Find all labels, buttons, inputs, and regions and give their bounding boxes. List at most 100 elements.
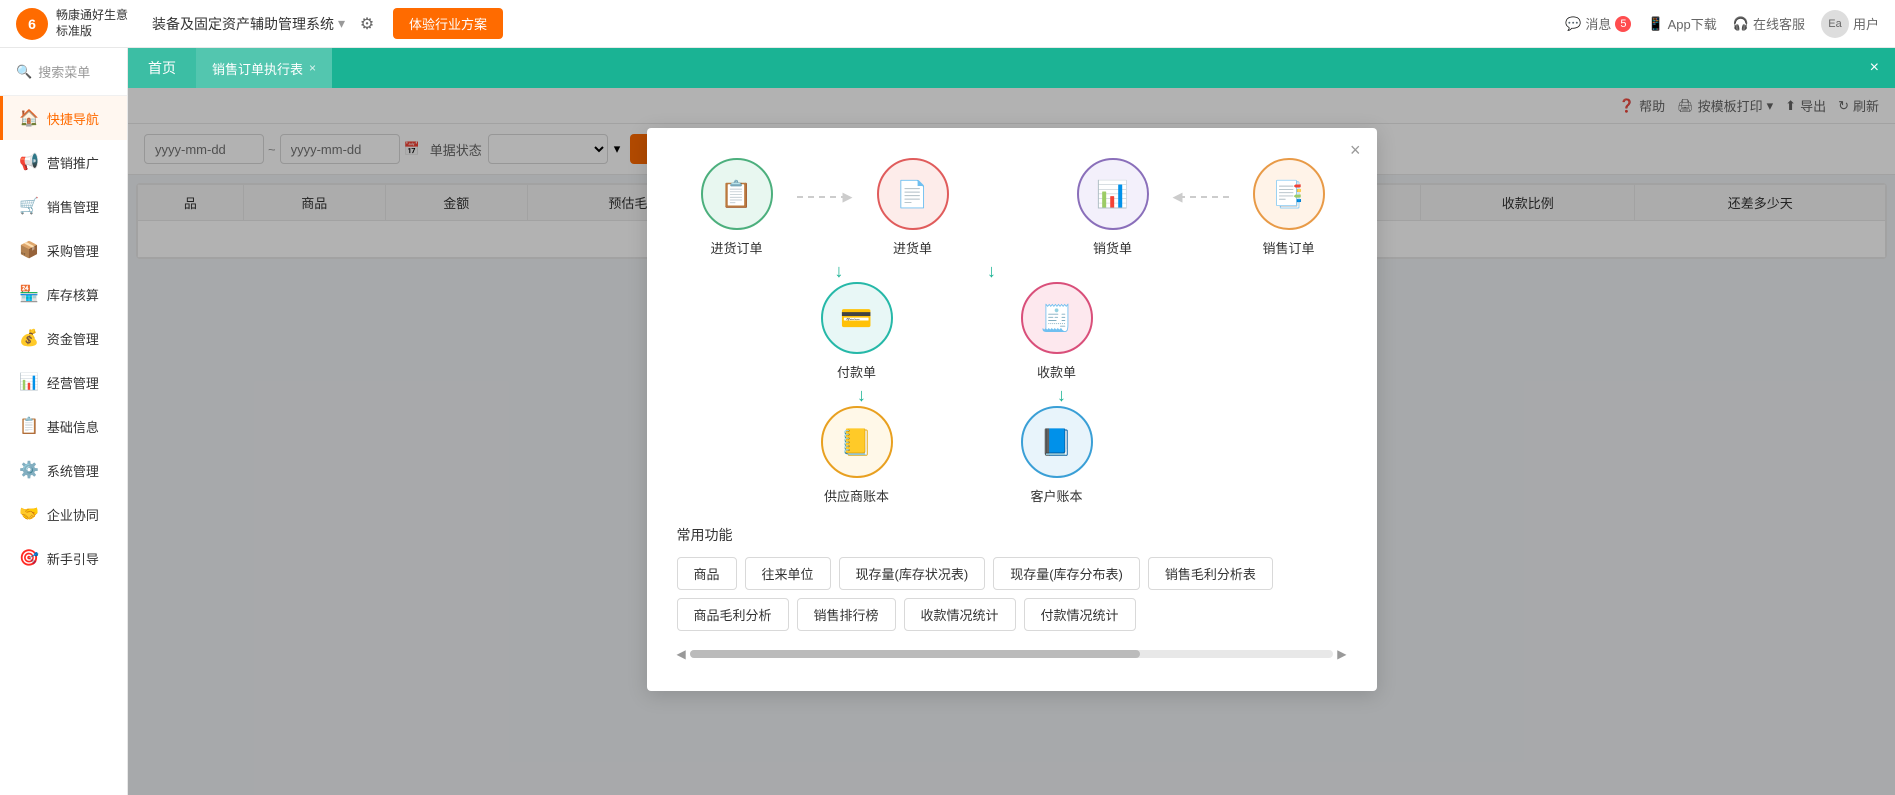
common-functions-title: 常用功能 (677, 525, 1347, 545)
function-btn-5[interactable]: 商品毛利分析 (677, 598, 789, 631)
sidebar-icon-finance: 💰 (19, 328, 39, 348)
sidebar-icon-basic-info: 📋 (19, 416, 39, 436)
sidebar-icon-operations: 📊 (19, 372, 39, 392)
trial-button[interactable]: 体验行业方案 (393, 8, 503, 39)
sidebar-item-inventory[interactable]: 🏪库存核算 (0, 272, 127, 316)
settings-button[interactable]: ⚙ (353, 10, 381, 38)
tab-close-icon[interactable]: × (309, 61, 316, 75)
user-menu[interactable]: Ea 用户 (1821, 10, 1879, 38)
purchase-order-label: 进货订单 (710, 238, 762, 257)
sidebar: 🔍 搜索菜单 🏠 快捷导航 📢 营销推广 🛒 销售管理 📦 采购管理 🏪库存核算 💰 资金管理 📊 经营… (0, 48, 128, 795)
phone-icon: 📱 (1647, 16, 1663, 32)
sidebar-label-enterprise: 企业协同 (47, 505, 99, 524)
quick-nav-popup: × 📋 进货订单 (128, 128, 1895, 795)
scroll-track[interactable] (690, 650, 1334, 658)
sidebar-label-finance: 资金管理 (47, 329, 99, 348)
sidebar-item-guide[interactable]: 🎯 新手引导 (0, 536, 127, 580)
sidebar-search[interactable]: 🔍 搜索菜单 (0, 48, 127, 96)
sidebar-item-operations[interactable]: 📊 经营管理 (0, 360, 127, 404)
scroll-right-icon[interactable]: ▶ (1337, 647, 1346, 661)
flow-item-purchase-bill: 📄 进货单 (853, 158, 973, 257)
payment-label: 付款单 (837, 362, 876, 381)
sales-order-label: 销售订单 (1262, 238, 1314, 257)
receipt-circle[interactable]: 🧾 (1021, 282, 1093, 354)
purchase-bill-label: 进货单 (893, 238, 932, 257)
dropdown-icon[interactable]: ▾ (338, 15, 345, 32)
customer-ledger-label: 客户账本 (1030, 486, 1082, 505)
sidebar-item-basic-info[interactable]: 📋 基础信息 (0, 404, 127, 448)
flow-item-supplier-ledger: 📒 供应商账本 (797, 406, 917, 505)
sidebar-label-inventory: 库存核算 (47, 285, 99, 304)
sidebar-icon-system: ⚙️ (19, 460, 39, 480)
top-right-area: 💬 消息 5 📱 App下载 🎧 在线客服 Ea 用户 (1565, 10, 1879, 38)
function-btn-6[interactable]: 销售排行榜 (797, 598, 896, 631)
sidebar-label-quick-nav: 快捷导航 (47, 109, 99, 128)
sidebar-item-purchase[interactable]: 📦 采购管理 (0, 228, 127, 272)
sales-bill-label: 销货单 (1093, 238, 1132, 257)
sidebar-item-enterprise[interactable]: 🤝 企业协同 (0, 492, 127, 536)
tab-bar: 首页 销售订单执行表 × × (128, 48, 1895, 88)
sidebar-item-marketing[interactable]: 📢 营销推广 (0, 140, 127, 184)
sales-order-circle[interactable]: 📑 (1253, 158, 1325, 230)
purchase-order-circle[interactable]: 📋 (701, 158, 773, 230)
function-buttons: 商品往来单位现存量(库存状况表)现存量(库存分布表)销售毛利分析表商品毛利分析销… (677, 557, 1347, 631)
search-icon: 🔍 (16, 64, 32, 80)
sidebar-label-system: 系统管理 (47, 461, 99, 480)
function-btn-1[interactable]: 往来单位 (745, 557, 831, 590)
sidebar-icon-quick-nav: 🏠 (19, 108, 39, 128)
purchase-bill-circle[interactable]: 📄 (877, 158, 949, 230)
supplier-ledger-circle[interactable]: 📒 (821, 406, 893, 478)
tab-content: ❓ 帮助 🖨 按模板打印 ▾ ⬆ 导出 ↻ 刷新 (128, 88, 1895, 795)
sidebar-label-marketing: 营销推广 (47, 153, 99, 172)
flow-item-sales-bill: 📊 销货单 (1053, 158, 1173, 257)
common-functions-section: 常用功能 商品往来单位现存量(库存状况表)现存量(库存分布表)销售毛利分析表商品… (677, 525, 1347, 631)
message-icon: 💬 (1565, 16, 1581, 32)
avatar: Ea (1821, 10, 1849, 38)
sidebar-icon-enterprise: 🤝 (19, 504, 39, 524)
tab-home[interactable]: 首页 (128, 48, 196, 88)
popup-close-button[interactable]: × (1350, 140, 1361, 161)
sidebar-label-operations: 经营管理 (47, 373, 99, 392)
sidebar-item-system[interactable]: ⚙️ 系统管理 (0, 448, 127, 492)
function-btn-7[interactable]: 收款情况统计 (904, 598, 1016, 631)
flow-item-purchase-order: 📋 进货订单 (677, 158, 797, 257)
flow-item-payment: 💳 付款单 (797, 282, 917, 381)
function-btn-0[interactable]: 商品 (677, 557, 737, 590)
payment-circle[interactable]: 💳 (821, 282, 893, 354)
quick-nav-card: × 📋 进货订单 (647, 128, 1377, 691)
message-button[interactable]: 💬 消息 5 (1565, 14, 1631, 33)
function-btn-4[interactable]: 销售毛利分析表 (1148, 557, 1273, 590)
online-service-button[interactable]: 🎧 在线客服 (1733, 14, 1805, 33)
system-title: 装备及固定资产辅助管理系统 ▾ (152, 14, 345, 34)
flow-item-customer-ledger: 📘 客户账本 (997, 406, 1117, 505)
sidebar-label-basic-info: 基础信息 (47, 417, 99, 436)
function-btn-2[interactable]: 现存量(库存状况表) (839, 557, 986, 590)
customer-ledger-circle[interactable]: 📘 (1021, 406, 1093, 478)
sales-bill-circle[interactable]: 📊 (1077, 158, 1149, 230)
sidebar-label-sales: 销售管理 (47, 197, 99, 216)
scroll-thumb (690, 650, 1140, 658)
sidebar-item-sales[interactable]: 🛒 销售管理 (0, 184, 127, 228)
headset-icon: 🎧 (1733, 16, 1749, 32)
sidebar-icon-sales: 🛒 (19, 196, 39, 216)
sidebar-label-purchase: 采购管理 (47, 241, 99, 260)
logo-area: 6 畅康通好生意 标准版 (16, 8, 136, 40)
supplier-ledger-label: 供应商账本 (824, 486, 889, 505)
sidebar-icon-purchase: 📦 (19, 240, 39, 260)
popup-scrollbar: ◀ ▶ (677, 647, 1347, 661)
message-badge: 5 (1615, 16, 1631, 32)
flow-item-sales-order: 📑 销售订单 (1229, 158, 1349, 257)
sidebar-item-finance[interactable]: 💰 资金管理 (0, 316, 127, 360)
app-download-button[interactable]: 📱 App下载 (1647, 14, 1716, 33)
function-btn-3[interactable]: 现存量(库存分布表) (993, 557, 1140, 590)
logo-text: 畅康通好生意 标准版 (56, 8, 128, 39)
logo-icon: 6 (16, 8, 48, 40)
sidebar-label-guide: 新手引导 (47, 549, 99, 568)
function-btn-8[interactable]: 付款情况统计 (1024, 598, 1136, 631)
sidebar-icon-marketing: 📢 (19, 152, 39, 172)
sidebar-item-quick-nav[interactable]: 🏠 快捷导航 (0, 96, 127, 140)
tab-sales-execution[interactable]: 销售订单执行表 × (196, 48, 332, 88)
sidebar-icon-guide: 🎯 (19, 548, 39, 568)
scroll-left-icon[interactable]: ◀ (677, 647, 686, 661)
tab-bar-close-icon[interactable]: × (1854, 59, 1895, 77)
